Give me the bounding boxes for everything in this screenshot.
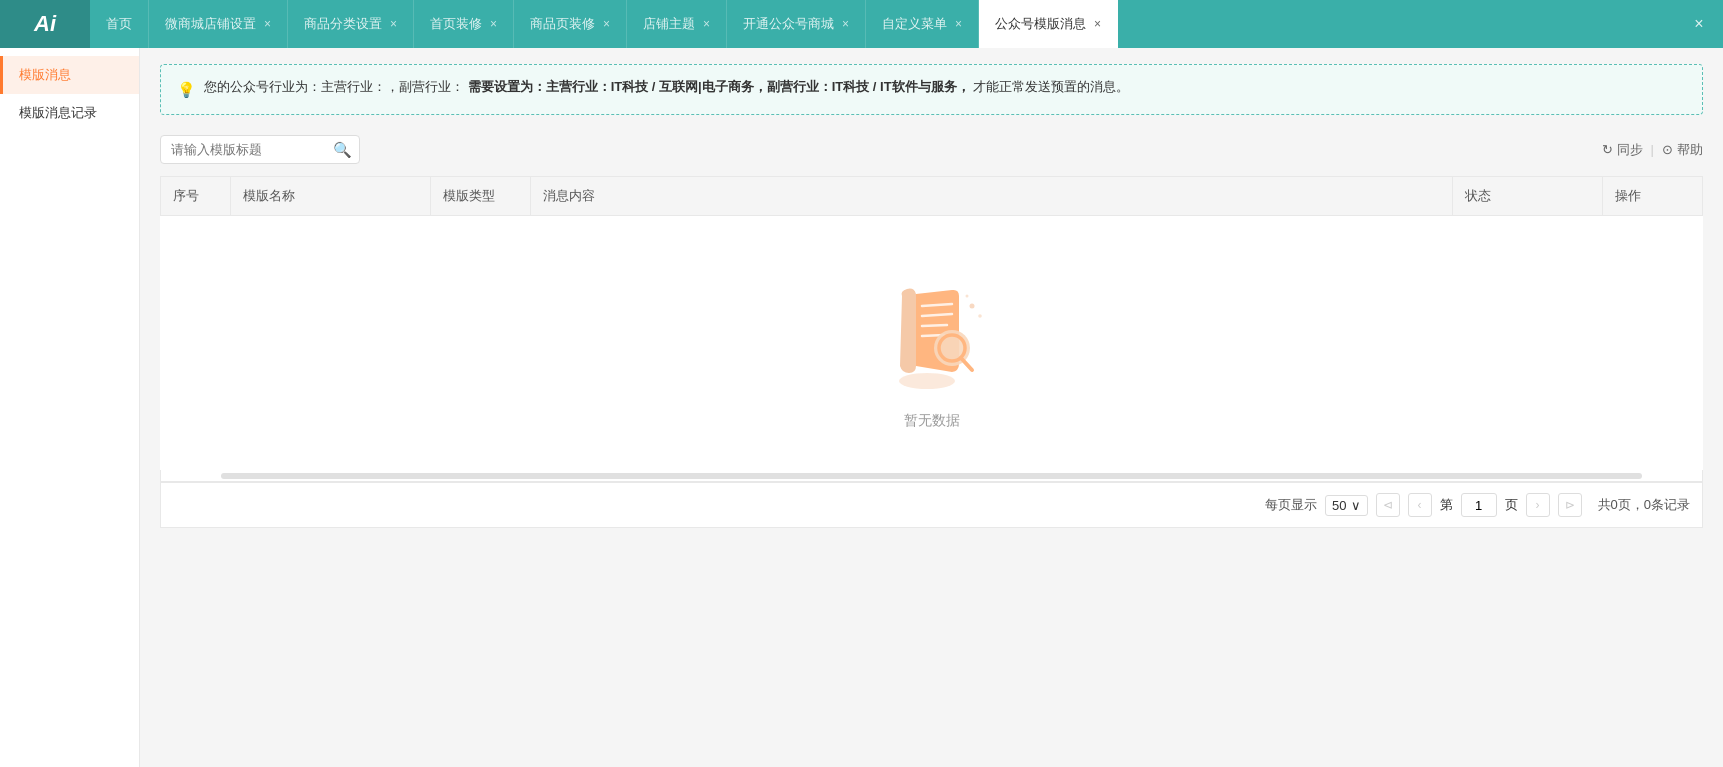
sync-label: 同步 bbox=[1617, 141, 1643, 159]
empty-text: 暂无数据 bbox=[904, 412, 960, 430]
nav-tab-category[interactable]: 商品分类设置 × bbox=[288, 0, 414, 48]
nav-tab-close-homepage[interactable]: × bbox=[490, 17, 497, 31]
page-size-value: 50 bbox=[1332, 498, 1346, 513]
alert-suffix: 才能正常发送预置的消息。 bbox=[973, 79, 1129, 94]
scrollbar-area[interactable] bbox=[160, 470, 1703, 482]
sync-button[interactable]: ↻ 同步 bbox=[1602, 141, 1643, 159]
nav-tab-label-homepage: 首页装修 bbox=[430, 15, 482, 33]
nav-tab-close-template[interactable]: × bbox=[1094, 17, 1101, 31]
nav-tab-close-product[interactable]: × bbox=[603, 17, 610, 31]
svg-line-3 bbox=[922, 325, 947, 326]
svg-point-0 bbox=[899, 373, 955, 389]
nav-tab-template[interactable]: 公众号模版消息 × bbox=[979, 0, 1118, 48]
help-label: 帮助 bbox=[1677, 141, 1703, 159]
empty-state: 暂无数据 bbox=[160, 216, 1703, 470]
search-bar: 🔍 ↻ 同步 | ⊙ 帮助 bbox=[160, 135, 1703, 164]
col-header-content: 消息内容 bbox=[531, 177, 1453, 216]
svg-line-7 bbox=[961, 358, 972, 370]
nav-tab-close-mall[interactable]: × bbox=[842, 17, 849, 31]
alert-highlight: 需要设置为：主营行业：IT科技 / 互联网|电子商务，副营行业：IT科技 / I… bbox=[468, 79, 970, 94]
sync-icon: ↻ bbox=[1602, 142, 1613, 157]
search-right: ↻ 同步 | ⊙ 帮助 bbox=[1602, 141, 1703, 159]
nav-tabs: 首页微商城店铺设置×商品分类设置×首页装修×商品页装修×店铺主题×开通公众号商城… bbox=[90, 0, 1675, 48]
nav-tab-label-category: 商品分类设置 bbox=[304, 15, 382, 33]
nav-tab-close-theme[interactable]: × bbox=[703, 17, 710, 31]
nav-tab-close-custommenu[interactable]: × bbox=[955, 17, 962, 31]
search-left: 🔍 bbox=[160, 135, 360, 164]
total-text: 共0页，0条记录 bbox=[1598, 496, 1690, 514]
scrollbar-track bbox=[221, 473, 1642, 479]
nav-tab-homepage[interactable]: 首页装修 × bbox=[414, 0, 514, 48]
nav-tab-label-home: 首页 bbox=[106, 15, 132, 33]
col-header-name: 模版名称 bbox=[231, 177, 431, 216]
page-di-label: 第 bbox=[1440, 496, 1453, 514]
global-close-button[interactable]: × bbox=[1675, 0, 1723, 48]
nav-tab-home[interactable]: 首页 bbox=[90, 0, 149, 48]
sidebar-item-template-record[interactable]: 模版消息记录 bbox=[0, 94, 139, 132]
table-header: 序号模版名称模版类型消息内容状态操作 bbox=[161, 177, 1703, 216]
nav-tab-label-mall: 开通公众号商城 bbox=[743, 15, 834, 33]
bulb-icon: 💡 bbox=[177, 78, 196, 102]
last-page-button[interactable]: ⊳ bbox=[1558, 493, 1582, 517]
search-input[interactable] bbox=[160, 135, 360, 164]
nav-tab-theme[interactable]: 店铺主题 × bbox=[627, 0, 727, 48]
data-table: 序号模版名称模版类型消息内容状态操作 bbox=[160, 176, 1703, 216]
col-header-seq: 序号 bbox=[161, 177, 231, 216]
svg-point-10 bbox=[965, 295, 968, 298]
col-header-action: 操作 bbox=[1603, 177, 1703, 216]
nav-tab-close-category[interactable]: × bbox=[390, 17, 397, 31]
nav-tab-label-weshop: 微商城店铺设置 bbox=[165, 15, 256, 33]
nav-tab-label-custommenu: 自定义菜单 bbox=[882, 15, 947, 33]
table-header-row: 序号模版名称模版类型消息内容状态操作 bbox=[161, 177, 1703, 216]
nav-tab-weshop[interactable]: 微商城店铺设置 × bbox=[149, 0, 288, 48]
main-content: 💡 您的公众号行业为：主营行业：，副营行业： 需要设置为：主营行业：IT科技 /… bbox=[140, 48, 1723, 767]
page-size-label: 每页显示 bbox=[1265, 496, 1317, 514]
sidebar-item-template-msg[interactable]: 模版消息 bbox=[0, 56, 139, 94]
page-size-select[interactable]: 50 ∨ bbox=[1325, 495, 1367, 516]
nav-tab-label-template: 公众号模版消息 bbox=[995, 15, 1086, 33]
search-button[interactable]: 🔍 bbox=[333, 141, 352, 159]
logo: Ai bbox=[0, 0, 90, 48]
alert-text: 您的公众号行业为：主营行业：，副营行业： 需要设置为：主营行业：IT科技 / 互… bbox=[204, 77, 1129, 98]
nav-tab-mall[interactable]: 开通公众号商城 × bbox=[727, 0, 866, 48]
layout: 模版消息模版消息记录 💡 您的公众号行业为：主营行业：，副营行业： 需要设置为：… bbox=[0, 48, 1723, 767]
col-header-type: 模版类型 bbox=[431, 177, 531, 216]
page-size-chevron: ∨ bbox=[1351, 498, 1361, 513]
pagination: 每页显示 50 ∨ ⊲ ‹ 第 页 › ⊳ 共0页，0条记录 bbox=[160, 482, 1703, 528]
nav-tab-product[interactable]: 商品页装修 × bbox=[514, 0, 627, 48]
help-button[interactable]: ⊙ 帮助 bbox=[1662, 141, 1703, 159]
empty-icon bbox=[872, 276, 992, 396]
nav-tab-label-theme: 店铺主题 bbox=[643, 15, 695, 33]
next-page-button[interactable]: › bbox=[1526, 493, 1550, 517]
col-header-status: 状态 bbox=[1453, 177, 1603, 216]
svg-point-8 bbox=[969, 304, 974, 309]
page-input[interactable] bbox=[1461, 493, 1497, 517]
prev-page-button[interactable]: ‹ bbox=[1408, 493, 1432, 517]
divider: | bbox=[1651, 142, 1654, 157]
alert-box: 💡 您的公众号行业为：主营行业：，副营行业： 需要设置为：主营行业：IT科技 /… bbox=[160, 64, 1703, 115]
nav-tab-custommenu[interactable]: 自定义菜单 × bbox=[866, 0, 979, 48]
nav-tab-close-weshop[interactable]: × bbox=[264, 17, 271, 31]
page-unit: 页 bbox=[1505, 496, 1518, 514]
svg-point-9 bbox=[978, 314, 982, 318]
alert-prefix: 您的公众号行业为：主营行业：，副营行业： bbox=[204, 79, 464, 94]
sidebar: 模版消息模版消息记录 bbox=[0, 48, 140, 767]
help-icon: ⊙ bbox=[1662, 142, 1673, 157]
top-nav: Ai 首页微商城店铺设置×商品分类设置×首页装修×商品页装修×店铺主题×开通公众… bbox=[0, 0, 1723, 48]
nav-tab-label-product: 商品页装修 bbox=[530, 15, 595, 33]
first-page-button[interactable]: ⊲ bbox=[1376, 493, 1400, 517]
search-input-wrap: 🔍 bbox=[160, 135, 360, 164]
